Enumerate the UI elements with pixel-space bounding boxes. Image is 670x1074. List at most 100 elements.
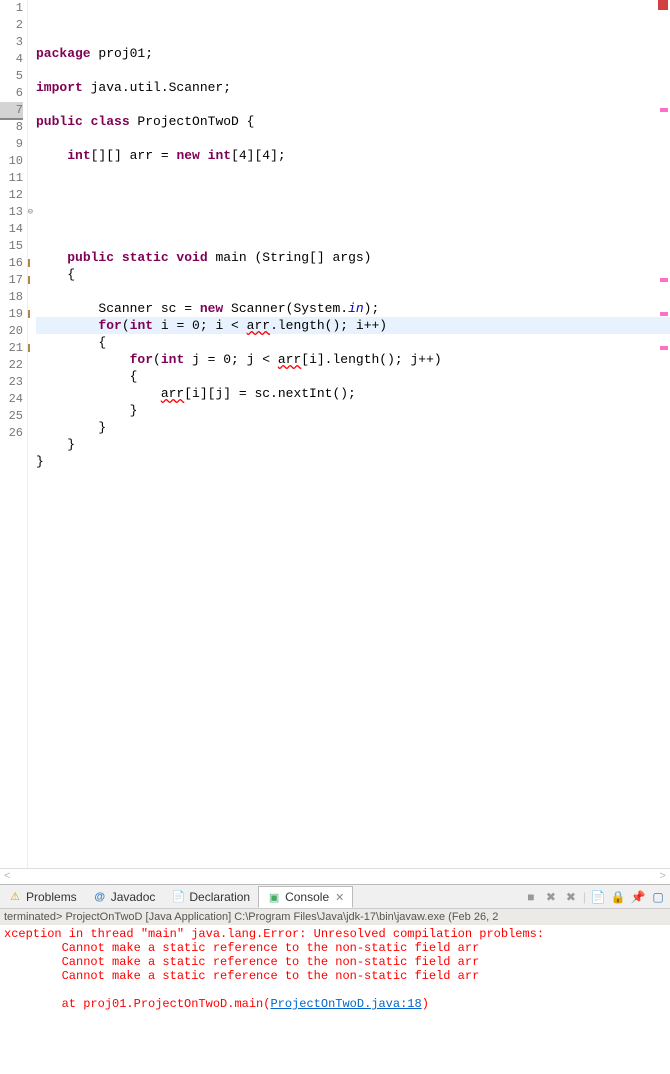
- tab-label: Declaration: [189, 890, 250, 904]
- line-number[interactable]: 4: [0, 51, 23, 68]
- breakpoint-marker[interactable]: [28, 310, 30, 318]
- clear-console-icon[interactable]: 📄: [590, 889, 606, 905]
- breakpoint-marker[interactable]: [28, 344, 30, 352]
- line-number[interactable]: 14: [0, 221, 23, 238]
- code-line[interactable]: [36, 62, 670, 79]
- line-number[interactable]: 3: [0, 34, 23, 51]
- console-launch-header: terminated> ProjectOnTwoD [Java Applicat…: [0, 909, 670, 925]
- line-number[interactable]: 18: [0, 289, 23, 306]
- error-marker[interactable]: [660, 108, 668, 112]
- console-line: at proj01.ProjectOnTwoD.main(ProjectOnTw…: [4, 997, 666, 1011]
- breakpoint-marker[interactable]: [28, 276, 30, 284]
- remove-all-icon[interactable]: ✖: [563, 889, 579, 905]
- line-number[interactable]: 15: [0, 238, 23, 255]
- code-line[interactable]: [36, 181, 670, 198]
- code-content[interactable]: package proj01; import java.util.Scanner;…: [28, 0, 670, 868]
- problems-icon: ⚠: [8, 890, 22, 904]
- line-number[interactable]: 6: [0, 85, 23, 102]
- code-line[interactable]: [36, 232, 670, 249]
- code-line[interactable]: [36, 96, 670, 113]
- console-icon: ▣: [267, 890, 281, 904]
- code-line[interactable]: {: [36, 334, 670, 351]
- tab-javadoc[interactable]: @ Javadoc: [85, 887, 164, 907]
- code-line[interactable]: }: [36, 436, 670, 453]
- code-line[interactable]: for(int j = 0; j < arr[i].length(); j++): [36, 351, 670, 368]
- code-line[interactable]: public class ProjectOnTwoD {: [36, 113, 670, 130]
- line-number[interactable]: 16: [0, 255, 23, 272]
- code-line[interactable]: for(int i = 0; i < arr.length(); i++): [36, 317, 670, 334]
- line-number[interactable]: 11: [0, 170, 23, 187]
- line-number[interactable]: 10: [0, 153, 23, 170]
- code-line[interactable]: [36, 130, 670, 147]
- code-line[interactable]: }: [36, 419, 670, 436]
- tab-declaration[interactable]: 📄 Declaration: [163, 887, 258, 907]
- line-number[interactable]: 24: [0, 391, 23, 408]
- line-number[interactable]: 7: [0, 102, 23, 119]
- pin-console-icon[interactable]: 📌: [630, 889, 646, 905]
- line-number[interactable]: 17: [0, 272, 23, 289]
- error-marker[interactable]: [660, 278, 668, 282]
- tab-console[interactable]: ▣ Console ✕: [258, 886, 353, 908]
- code-line[interactable]: }: [36, 453, 670, 470]
- console-line: [4, 983, 666, 997]
- code-editor[interactable]: 1234567891011121314151617181920212223242…: [0, 0, 670, 868]
- tab-label: Javadoc: [111, 890, 156, 904]
- close-icon[interactable]: ✕: [335, 891, 344, 904]
- console-line: xception in thread "main" java.lang.Erro…: [4, 927, 666, 941]
- code-line[interactable]: [36, 283, 670, 300]
- code-line[interactable]: arr[i][j] = sc.nextInt();: [36, 385, 670, 402]
- scroll-lock-icon[interactable]: 🔒: [610, 889, 626, 905]
- code-line[interactable]: }: [36, 402, 670, 419]
- line-number[interactable]: 8: [0, 119, 23, 136]
- tab-problems[interactable]: ⚠ Problems: [0, 887, 85, 907]
- line-number[interactable]: 26: [0, 425, 23, 442]
- code-line[interactable]: Scanner sc = new Scanner(System.in);: [36, 300, 670, 317]
- code-line[interactable]: public static void main (String[] args): [36, 249, 670, 266]
- line-number[interactable]: 5: [0, 68, 23, 85]
- line-number[interactable]: 22: [0, 357, 23, 374]
- code-line[interactable]: [36, 198, 670, 215]
- console-line: Cannot make a static reference to the no…: [4, 969, 666, 983]
- scroll-right-arrow[interactable]: >: [659, 871, 666, 883]
- breakpoint-marker[interactable]: [28, 259, 30, 267]
- line-number[interactable]: 13: [0, 204, 23, 221]
- code-line[interactable]: [36, 164, 670, 181]
- line-number[interactable]: 12: [0, 187, 23, 204]
- stop-icon[interactable]: ■: [523, 889, 539, 905]
- error-marker[interactable]: [660, 346, 668, 350]
- error-overview-marker[interactable]: [658, 0, 668, 10]
- line-number[interactable]: 21: [0, 340, 23, 357]
- console-line: Cannot make a static reference to the no…: [4, 941, 666, 955]
- code-line[interactable]: {: [36, 368, 670, 385]
- console-toolbar: ■ ✖ ✖ | 📄 🔒 📌 ▢: [523, 889, 670, 905]
- bottom-panel: ⚠ Problems @ Javadoc 📄 Declaration ▣ Con…: [0, 884, 670, 1074]
- console-line: Cannot make a static reference to the no…: [4, 955, 666, 969]
- line-number[interactable]: 19: [0, 306, 23, 323]
- code-line[interactable]: {: [36, 266, 670, 283]
- error-marker[interactable]: [660, 312, 668, 316]
- console-output[interactable]: xception in thread "main" java.lang.Erro…: [0, 925, 670, 1074]
- line-number[interactable]: 2: [0, 17, 23, 34]
- tab-label: Problems: [26, 890, 77, 904]
- horizontal-scrollbar[interactable]: < >: [0, 868, 670, 884]
- line-number[interactable]: 20: [0, 323, 23, 340]
- scroll-left-arrow[interactable]: <: [4, 871, 11, 883]
- code-line[interactable]: int[][] arr = new int[4][4];: [36, 147, 670, 164]
- line-gutter: 1234567891011121314151617181920212223242…: [0, 0, 28, 868]
- code-line[interactable]: [36, 215, 670, 232]
- code-line[interactable]: [36, 470, 670, 487]
- declaration-icon: 📄: [171, 890, 185, 904]
- javadoc-icon: @: [93, 890, 107, 904]
- code-line[interactable]: import java.util.Scanner;: [36, 79, 670, 96]
- remove-launch-icon[interactable]: ✖: [543, 889, 559, 905]
- code-line[interactable]: package proj01;: [36, 45, 670, 62]
- tab-label: Console: [285, 890, 329, 904]
- line-number[interactable]: 23: [0, 374, 23, 391]
- overview-ruler[interactable]: [656, 0, 670, 868]
- line-number[interactable]: 1: [0, 0, 23, 17]
- line-number[interactable]: 25: [0, 408, 23, 425]
- stacktrace-link[interactable]: ProjectOnTwoD.java:18: [270, 997, 421, 1011]
- display-console-icon[interactable]: ▢: [650, 889, 666, 905]
- views-tab-bar: ⚠ Problems @ Javadoc 📄 Declaration ▣ Con…: [0, 885, 670, 909]
- line-number[interactable]: 9: [0, 136, 23, 153]
